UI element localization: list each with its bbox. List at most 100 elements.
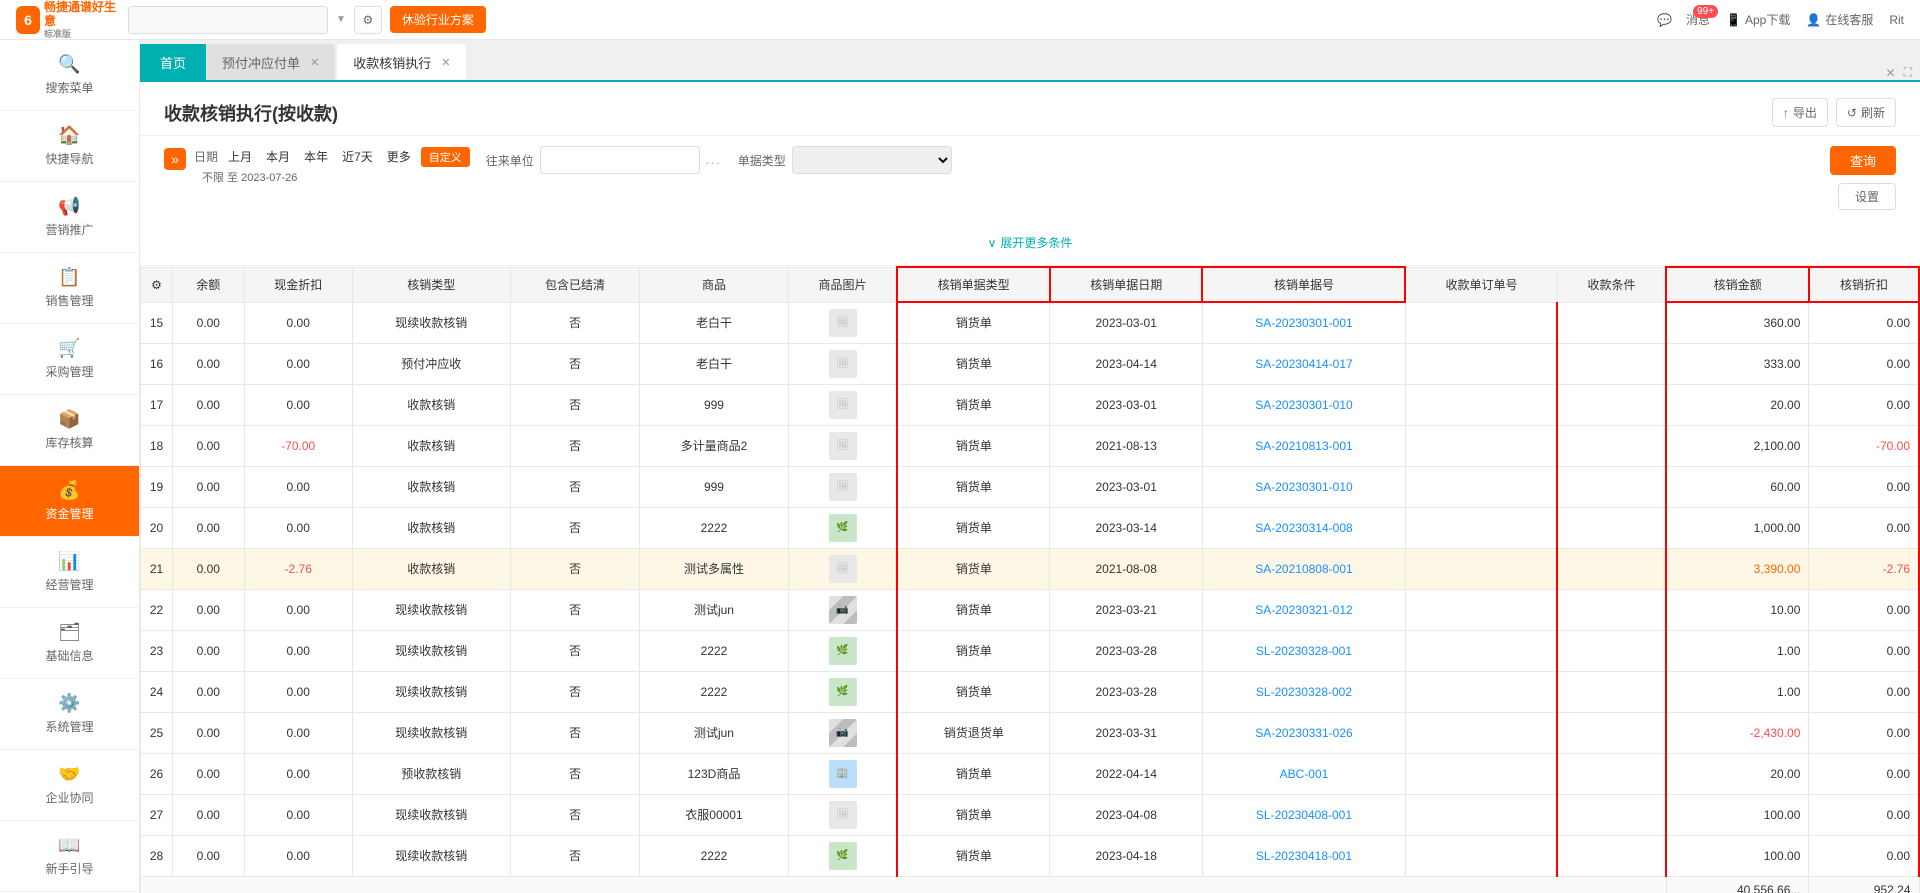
sidebar-item-search[interactable]: 🔍 搜索菜单 [0, 40, 139, 111]
td-writeoff-type: 现续收款核销 [352, 302, 510, 343]
top-search-input[interactable] [128, 6, 328, 34]
expand-conditions-btn[interactable]: ∨ 展开更多条件 [980, 230, 1081, 255]
td-writeoff-bill-no[interactable]: SA-20230301-001 [1202, 302, 1405, 343]
td-writeoff-bill-no[interactable]: SL-20230328-002 [1202, 671, 1405, 712]
writeoff-bill-link[interactable]: SL-20230328-001 [1256, 644, 1352, 658]
online-service-btn[interactable]: 👤 在线客服 [1806, 11, 1873, 28]
query-btn[interactable]: 查询 [1830, 146, 1896, 175]
user-btn[interactable]: Rit [1889, 13, 1904, 27]
tab-prepay[interactable]: 预付冲应付单 ✕ [206, 44, 335, 80]
writeoff-bill-link[interactable]: SA-20230301-010 [1255, 398, 1352, 412]
td-cash-discount: 0.00 [244, 753, 352, 794]
tab-writeoff-close-icon[interactable]: ✕ [441, 56, 450, 69]
sidebar-item-collab[interactable]: 🤝 企业协同 [0, 750, 139, 821]
td-writeoff-bill-type: 销货单 [897, 794, 1050, 835]
td-writeoff-bill-no[interactable]: SL-20230418-001 [1202, 835, 1405, 876]
date-more[interactable]: 更多 [383, 146, 415, 167]
writeoff-bill-link[interactable]: SA-20210813-001 [1255, 439, 1352, 453]
sidebar-item-guide[interactable]: 📖 新手引导 [0, 821, 139, 892]
writeoff-bill-link[interactable]: SA-20230314-008 [1255, 521, 1352, 535]
td-writeoff-bill-no[interactable]: SL-20230328-001 [1202, 630, 1405, 671]
td-writeoff-bill-no[interactable]: SA-20230321-012 [1202, 589, 1405, 630]
td-index: 24 [141, 671, 173, 712]
td-writeoff-bill-no[interactable]: SA-20230331-026 [1202, 712, 1405, 753]
writeoff-bill-link[interactable]: SA-20230301-010 [1255, 480, 1352, 494]
td-writeoff-bill-no[interactable]: SA-20230314-008 [1202, 507, 1405, 548]
date-this-month[interactable]: 本月 [262, 146, 294, 167]
table-header-row: ⚙ 余额 现金折扣 核销类型 包含已结清 商品 商品图片 核销单据类型 核销单据… [141, 267, 1920, 302]
industry-btn[interactable]: 休验行业方案 [390, 6, 486, 33]
main-content: 首页 预付冲应付单 ✕ 收款核销执行 ✕ ✕ ⛶ 收款核销执行(按收款) ↑ 导… [140, 40, 1920, 893]
td-goods-image: 📷 [788, 589, 897, 630]
sidebar-item-nav[interactable]: 🏠 快捷导航 [0, 111, 139, 182]
td-receipt-order-no [1405, 384, 1557, 425]
settings-icon-btn[interactable]: ⚙ [354, 6, 382, 34]
writeoff-bill-link[interactable]: SL-20230418-001 [1256, 849, 1352, 863]
sidebar-item-purchase[interactable]: 🛒 采购管理 [0, 324, 139, 395]
td-include-settled: 否 [510, 425, 640, 466]
filter-settings-btn[interactable]: 设置 [1838, 183, 1896, 210]
th-goods: 商品 [640, 267, 788, 302]
writeoff-bill-link[interactable]: ABC-001 [1280, 767, 1329, 781]
sidebar-item-inventory[interactable]: 📦 库存核算 [0, 395, 139, 466]
export-btn[interactable]: ↑ 导出 [1772, 98, 1828, 127]
td-index: 21 [141, 548, 173, 589]
td-writeoff-bill-no[interactable]: SA-20230414-017 [1202, 343, 1405, 384]
sidebar-label-collab: 企业协同 [45, 789, 93, 806]
td-writeoff-bill-no[interactable]: SA-20230301-010 [1202, 466, 1405, 507]
sidebar-item-system[interactable]: ⚙️ 系统管理 [0, 679, 139, 750]
date-7days[interactable]: 近7天 [338, 146, 377, 167]
td-writeoff-bill-no[interactable]: SA-20230301-010 [1202, 384, 1405, 425]
table-row: 23 0.00 0.00 现续收款核销 否 2222 🌿 销货单 2023-03… [141, 630, 1920, 671]
th-gear[interactable]: ⚙ [141, 267, 173, 302]
writeoff-bill-link[interactable]: SA-20230414-017 [1255, 357, 1352, 371]
date-this-year[interactable]: 本年 [300, 146, 332, 167]
writeoff-bill-link[interactable]: SA-20210808-001 [1255, 562, 1352, 576]
tab-home[interactable]: 首页 [140, 44, 206, 80]
tab-close-all-icon[interactable]: ✕ [1886, 66, 1896, 80]
td-include-settled: 否 [510, 589, 640, 630]
td-writeoff-bill-no[interactable]: SL-20230408-001 [1202, 794, 1405, 835]
td-writeoff-type: 现续收款核销 [352, 671, 510, 712]
table-row: 28 0.00 0.00 现续收款核销 否 2222 🌿 销货单 2023-04… [141, 835, 1920, 876]
bill-type-select[interactable] [792, 146, 952, 174]
date-custom-btn[interactable]: 自定义 [421, 147, 470, 167]
tab-prepay-close-icon[interactable]: ✕ [310, 56, 319, 69]
date-last-month[interactable]: 上月 [224, 146, 256, 167]
data-table: ⚙ 余额 现金折扣 核销类型 包含已结清 商品 商品图片 核销单据类型 核销单据… [140, 266, 1920, 893]
td-writeoff-bill-no[interactable]: SA-20210813-001 [1202, 425, 1405, 466]
message-btn[interactable]: 💬 99+ 消息 [1657, 11, 1710, 28]
td-receipt-order-no [1405, 507, 1557, 548]
td-include-settled: 否 [510, 630, 640, 671]
tab-writeoff[interactable]: 收款核销执行 ✕ [337, 44, 466, 80]
writeoff-bill-link[interactable]: SL-20230408-001 [1256, 808, 1352, 822]
collab-icon: 🤝 [58, 764, 80, 785]
sidebar-item-sales[interactable]: 📋 销售管理 [0, 253, 139, 324]
sidebar-item-finance[interactable]: 💰 资金管理 [0, 466, 139, 537]
sidebar-label-finance: 资金管理 [45, 505, 93, 522]
writeoff-bill-link[interactable]: SA-20230301-001 [1255, 316, 1352, 330]
filter-collapse-btn[interactable]: » [164, 148, 186, 170]
refresh-icon: ↺ [1847, 106, 1857, 120]
td-goods-image: 🏢 [788, 753, 897, 794]
td-receipt-condition [1557, 548, 1666, 589]
from-unit-input[interactable] [540, 146, 700, 174]
td-receipt-order-no [1405, 343, 1557, 384]
sidebar-item-marketing[interactable]: 📢 营销推广 [0, 182, 139, 253]
writeoff-bill-link[interactable]: SL-20230328-002 [1256, 685, 1352, 699]
td-writeoff-amount: 60.00 [1666, 466, 1809, 507]
td-writeoff-bill-no[interactable]: SA-20210808-001 [1202, 548, 1405, 589]
date-range-display: 不限 至 2023-07-26 [202, 169, 470, 185]
sidebar-item-basic[interactable]: 🗂 基础信息 [0, 608, 139, 679]
sidebar-item-operation[interactable]: 📊 经营管理 [0, 537, 139, 608]
td-index: 16 [141, 343, 173, 384]
tab-expand-icon[interactable]: ⛶ [1904, 65, 1912, 80]
td-writeoff-discount: 0.00 [1809, 712, 1919, 753]
writeoff-bill-link[interactable]: SA-20230321-012 [1255, 603, 1352, 617]
td-receipt-order-no [1405, 753, 1557, 794]
refresh-btn[interactable]: ↺ 刷新 [1836, 98, 1896, 127]
app-download-btn[interactable]: 📱 App下载 [1726, 11, 1790, 28]
writeoff-bill-link[interactable]: SA-20230331-026 [1255, 726, 1352, 740]
td-writeoff-bill-no[interactable]: ABC-001 [1202, 753, 1405, 794]
td-writeoff-type: 收款核销 [352, 507, 510, 548]
